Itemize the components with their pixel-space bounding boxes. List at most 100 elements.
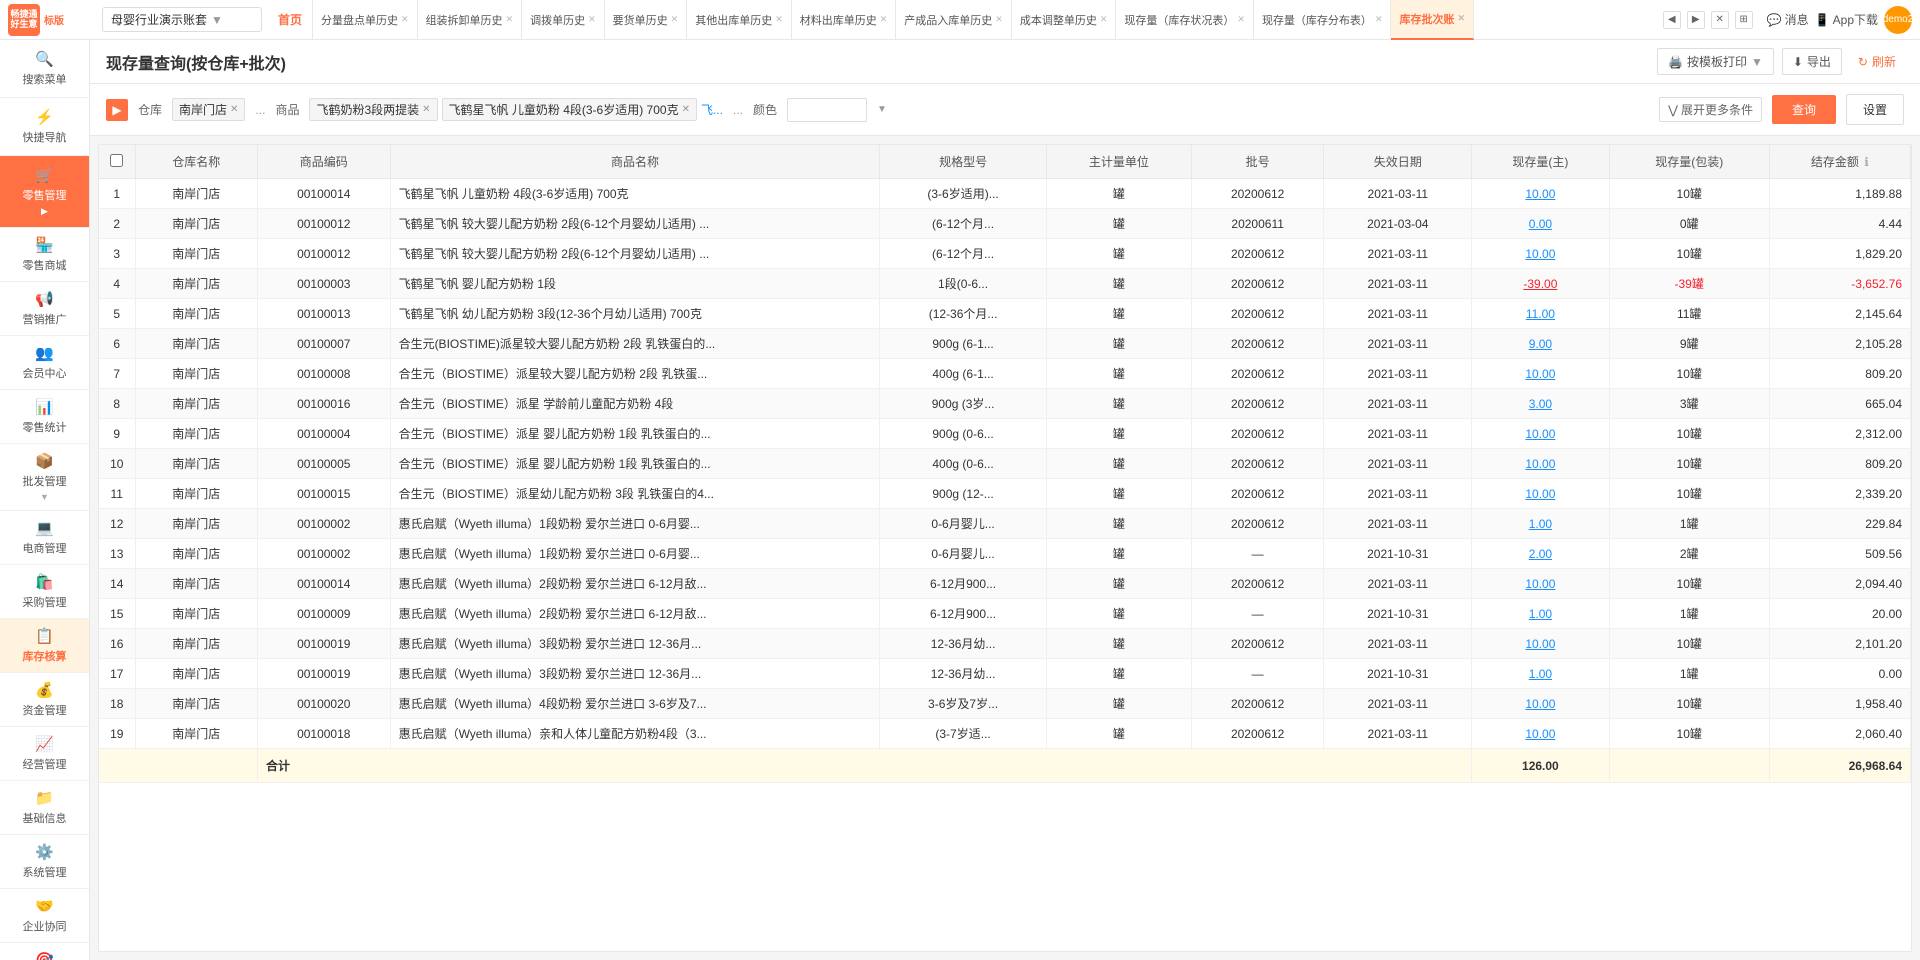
- sidebar-item-quick[interactable]: ⚡ 快捷导航: [0, 98, 89, 156]
- sidebar-item-guide[interactable]: 🎯 新手引导: [0, 943, 89, 960]
- balance-info-icon[interactable]: ℹ: [1864, 155, 1869, 169]
- row-spec: 900g (12-...: [880, 479, 1046, 509]
- warehouse-tags: 南岸门店 ✕: [172, 98, 245, 121]
- tab-home[interactable]: 首页: [268, 0, 313, 40]
- tab-7[interactable]: 产成品入库单历史✕: [896, 0, 1012, 40]
- inventory-icon: 📋: [35, 627, 54, 645]
- sidebar-item-retail-stats[interactable]: 📊 零售统计: [0, 390, 89, 444]
- row-pack: 1罐: [1609, 599, 1769, 629]
- tab-1[interactable]: 分量盘点单历史✕: [313, 0, 418, 40]
- row-qty[interactable]: 10.00: [1472, 689, 1610, 719]
- product-tag-1[interactable]: 飞鹤奶粉3段两提装 ✕: [309, 98, 437, 121]
- setting-button[interactable]: 设置: [1846, 94, 1904, 125]
- row-qty[interactable]: 10.00: [1472, 719, 1610, 749]
- user-avatar[interactable]: demo2: [1884, 6, 1912, 34]
- export-label: 导出: [1807, 53, 1831, 70]
- tab-nav-left[interactable]: ◀: [1663, 11, 1681, 29]
- sidebar-item-finance[interactable]: 💰 资金管理: [0, 673, 89, 727]
- tab-5[interactable]: 其他出库单历史✕: [687, 0, 792, 40]
- refresh-btn[interactable]: ↻ 刷新: [1850, 49, 1904, 74]
- row-qty[interactable]: 3.00: [1472, 389, 1610, 419]
- row-pack: 0罐: [1609, 209, 1769, 239]
- row-warehouse: 南岸门店: [135, 539, 257, 569]
- print-btn[interactable]: 🖨️ 按模板打印 ▼: [1657, 48, 1774, 75]
- tab-close[interactable]: ✕: [1711, 11, 1729, 29]
- row-qty[interactable]: 1.00: [1472, 509, 1610, 539]
- tab-10[interactable]: 现存量（库存分布表）✕: [1254, 0, 1392, 40]
- row-no: 17: [99, 659, 135, 689]
- row-qty[interactable]: -39.00: [1472, 269, 1610, 299]
- row-qty[interactable]: 11.00: [1472, 299, 1610, 329]
- row-unit: 罐: [1046, 389, 1191, 419]
- row-code: 00100007: [257, 329, 390, 359]
- product-tag-1-close-icon[interactable]: ✕: [422, 104, 430, 115]
- sidebar-item-purchase[interactable]: 🛍️ 采购管理: [0, 565, 89, 619]
- row-qty[interactable]: 1.00: [1472, 659, 1610, 689]
- row-name: 惠氏启赋（Wyeth illuma）亲和人体儿童配方奶粉4段（3...: [390, 719, 880, 749]
- sidebar-item-collab[interactable]: 🤝 企业协同: [0, 889, 89, 943]
- tab-menu[interactable]: ⊞: [1735, 11, 1753, 29]
- row-unit: 罐: [1046, 539, 1191, 569]
- sidebar-item-operations[interactable]: 📈 经营管理: [0, 727, 89, 781]
- row-name: 合生元（BIOSTIME）派星 婴儿配方奶粉 1段 乳铁蛋白的...: [390, 419, 880, 449]
- row-qty[interactable]: 10.00: [1472, 179, 1610, 209]
- messages-btn[interactable]: 💬 消息: [1767, 11, 1809, 28]
- sidebar-item-marketing[interactable]: 📢 营销推广: [0, 282, 89, 336]
- sidebar-item-members[interactable]: 👥 会员中心: [0, 336, 89, 390]
- row-code: 00100020: [257, 689, 390, 719]
- row-qty[interactable]: 2.00: [1472, 539, 1610, 569]
- row-qty[interactable]: 10.00: [1472, 479, 1610, 509]
- color-filter-input[interactable]: [787, 98, 867, 122]
- row-qty[interactable]: 0.00: [1472, 209, 1610, 239]
- sidebar-item-wholesale[interactable]: 📦 批发管理 ▼: [0, 444, 89, 511]
- select-all-checkbox[interactable]: [110, 154, 123, 167]
- tab-8[interactable]: 成本调整单历史✕: [1012, 0, 1117, 40]
- sidebar-item-search[interactable]: 🔍 搜索菜单: [0, 40, 89, 98]
- row-qty[interactable]: 10.00: [1472, 449, 1610, 479]
- row-batch: 20200612: [1191, 629, 1324, 659]
- query-button[interactable]: 查询: [1772, 95, 1836, 124]
- product-more[interactable]: 飞...: [701, 101, 723, 118]
- row-qty[interactable]: 1.00: [1472, 599, 1610, 629]
- sidebar-purchase-label: 采购管理: [23, 594, 67, 610]
- row-qty[interactable]: 9.00: [1472, 329, 1610, 359]
- tab-nav-right[interactable]: ▶: [1687, 11, 1705, 29]
- row-qty[interactable]: 10.00: [1472, 569, 1610, 599]
- product-tag-2[interactable]: 飞鹤星飞帆 儿童奶粉 4段(3-6岁适用) 700克 ✕: [442, 98, 697, 121]
- product-tag-2-close-icon[interactable]: ✕: [682, 104, 690, 115]
- warehouse-tag-1[interactable]: 南岸门店 ✕: [172, 98, 245, 121]
- table-row: 16 南岸门店 00100019 惠氏启赋（Wyeth illuma）3段奶粉 …: [99, 629, 1911, 659]
- sidebar-item-retail[interactable]: 🛒 零售管理 ▶: [0, 156, 89, 228]
- row-no: 4: [99, 269, 135, 299]
- warehouse-more[interactable]: ...: [255, 103, 265, 117]
- app-download-btn[interactable]: 📱 App下载: [1815, 11, 1878, 28]
- export-icon: ⬇: [1793, 55, 1803, 69]
- sidebar-item-basic[interactable]: 📁 基础信息: [0, 781, 89, 835]
- sidebar-item-inventory[interactable]: 📋 库存核算: [0, 619, 89, 673]
- warehouse-tag-close-icon[interactable]: ✕: [230, 104, 238, 115]
- row-qty[interactable]: 10.00: [1472, 239, 1610, 269]
- row-no: 15: [99, 599, 135, 629]
- tab-6[interactable]: 材料出库单历史✕: [792, 0, 897, 40]
- color-filter-dropdown-icon[interactable]: ▼: [877, 104, 887, 115]
- tab-11-active[interactable]: 库存批次账✕: [1391, 0, 1474, 40]
- expand-conditions-btn[interactable]: ⋁ 展开更多条件: [1659, 97, 1762, 122]
- sidebar-item-shop[interactable]: 🏪 零售商城: [0, 228, 89, 282]
- row-qty[interactable]: 10.00: [1472, 359, 1610, 389]
- sidebar-item-ecommerce[interactable]: 💻 电商管理: [0, 511, 89, 565]
- product-filter-more[interactable]: ...: [733, 103, 743, 117]
- tab-2[interactable]: 组装拆卸单历史✕: [418, 0, 523, 40]
- row-spec: 0-6月婴儿...: [880, 539, 1046, 569]
- finance-icon: 💰: [35, 681, 54, 699]
- tab-4[interactable]: 要货单历史✕: [605, 0, 688, 40]
- sidebar-item-system[interactable]: ⚙️ 系统管理: [0, 835, 89, 889]
- export-btn[interactable]: ⬇ 导出: [1782, 48, 1842, 75]
- expand-arrow-btn[interactable]: ▶: [106, 99, 128, 121]
- tab-9[interactable]: 现存量（库存状况表）✕: [1116, 0, 1254, 40]
- company-select[interactable]: 母婴行业演示账套 ▼: [102, 7, 262, 32]
- row-spec: 1段(0-6...: [880, 269, 1046, 299]
- tab-3[interactable]: 调拨单历史✕: [522, 0, 605, 40]
- row-expire: 2021-10-31: [1324, 539, 1472, 569]
- row-qty[interactable]: 10.00: [1472, 629, 1610, 659]
- row-qty[interactable]: 10.00: [1472, 419, 1610, 449]
